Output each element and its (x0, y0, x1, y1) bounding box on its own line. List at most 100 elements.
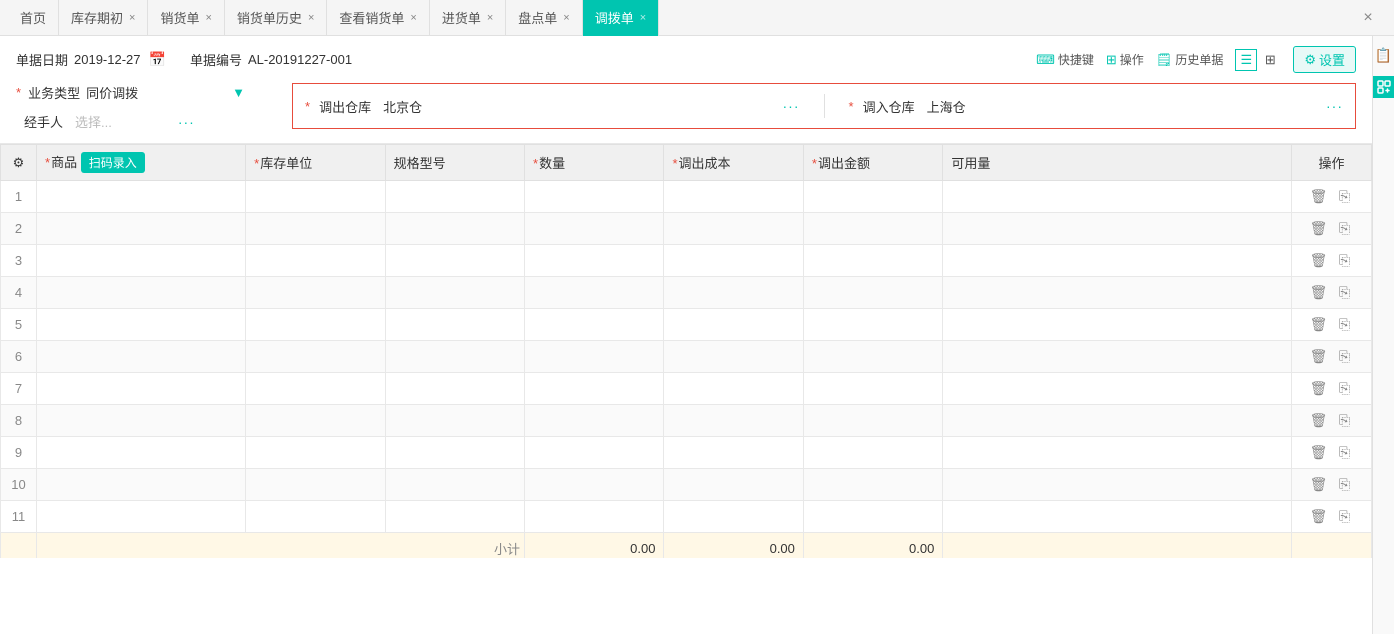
handler-input[interactable]: 选择... (69, 112, 112, 131)
row-amount[interactable] (803, 181, 942, 213)
row-product[interactable] (37, 213, 246, 245)
tab-home[interactable]: 首页 (8, 0, 59, 36)
row-cost[interactable] (664, 245, 803, 277)
tab-purchase[interactable]: 进货单 × (430, 0, 506, 36)
row-cost[interactable] (664, 469, 803, 501)
delete-icon[interactable]: 🗑 (1309, 475, 1329, 495)
row-unit[interactable] (246, 437, 385, 469)
row-unit[interactable] (246, 277, 385, 309)
th-gear[interactable]: ⚙ (1, 145, 37, 181)
row-cost[interactable] (664, 437, 803, 469)
row-available[interactable] (943, 245, 1292, 277)
row-available[interactable] (943, 181, 1292, 213)
copy-icon[interactable]: ⎘ (1335, 507, 1355, 527)
row-unit[interactable] (246, 245, 385, 277)
row-spec[interactable] (385, 213, 524, 245)
row-available[interactable] (943, 309, 1292, 341)
copy-icon[interactable]: ⎘ (1335, 219, 1355, 239)
row-product[interactable] (37, 245, 246, 277)
row-unit[interactable] (246, 181, 385, 213)
row-cost[interactable] (664, 501, 803, 533)
delete-icon[interactable]: 🗑 (1309, 251, 1329, 271)
copy-icon[interactable]: ⎘ (1335, 443, 1355, 463)
row-amount[interactable] (803, 309, 942, 341)
row-qty[interactable] (525, 501, 664, 533)
sidebar-expand-icon[interactable] (1373, 76, 1394, 98)
row-product[interactable] (37, 437, 246, 469)
row-product[interactable] (37, 341, 246, 373)
shortcut-btn[interactable]: ⌨ 快捷键 (1036, 51, 1094, 68)
row-unit[interactable] (246, 501, 385, 533)
copy-icon[interactable]: ⎘ (1335, 283, 1355, 303)
row-qty[interactable] (525, 181, 664, 213)
row-spec[interactable] (385, 437, 524, 469)
row-cost[interactable] (664, 373, 803, 405)
tab-sales-order-close[interactable]: × (205, 12, 211, 24)
row-cost[interactable] (664, 181, 803, 213)
copy-icon[interactable]: ⎘ (1335, 411, 1355, 431)
copy-icon[interactable]: ⎘ (1335, 251, 1355, 271)
row-spec[interactable] (385, 341, 524, 373)
row-product[interactable] (37, 277, 246, 309)
row-cost[interactable] (664, 213, 803, 245)
row-product[interactable] (37, 373, 246, 405)
handler-more-btn[interactable]: ··· (178, 114, 195, 130)
tab-inventory-init[interactable]: 库存期初 × (59, 0, 148, 36)
row-product[interactable] (37, 405, 246, 437)
copy-icon[interactable]: ⎘ (1335, 187, 1355, 207)
row-product[interactable] (37, 309, 246, 341)
row-amount[interactable] (803, 341, 942, 373)
row-spec[interactable] (385, 277, 524, 309)
row-qty[interactable] (525, 373, 664, 405)
row-amount[interactable] (803, 501, 942, 533)
row-product[interactable] (37, 501, 246, 533)
grid-view-icon[interactable]: ⊞ (1259, 49, 1281, 71)
row-cost[interactable] (664, 341, 803, 373)
row-amount[interactable] (803, 437, 942, 469)
settings-button[interactable]: ⚙ 设置 (1293, 46, 1356, 73)
row-amount[interactable] (803, 469, 942, 501)
row-cost[interactable] (664, 405, 803, 437)
calendar-icon[interactable]: 📅 (149, 51, 166, 68)
delete-icon[interactable]: 🗑 (1309, 443, 1329, 463)
row-qty[interactable] (525, 309, 664, 341)
row-unit[interactable] (246, 373, 385, 405)
tab-transfer-close[interactable]: × (640, 12, 646, 24)
delete-icon[interactable]: 🗑 (1309, 379, 1329, 399)
copy-icon[interactable]: ⎘ (1335, 379, 1355, 399)
delete-icon[interactable]: 🗑 (1309, 507, 1329, 527)
row-available[interactable] (943, 501, 1292, 533)
tab-stocktake-close[interactable]: × (563, 12, 569, 24)
tab-sales-history-close[interactable]: × (308, 12, 314, 24)
delete-icon[interactable]: 🗑 (1309, 411, 1329, 431)
tab-stocktake[interactable]: 盘点单 × (506, 0, 582, 36)
row-amount[interactable] (803, 405, 942, 437)
row-unit[interactable] (246, 405, 385, 437)
tab-sales-order[interactable]: 销货单 × (148, 0, 224, 36)
row-available[interactable] (943, 341, 1292, 373)
row-unit[interactable] (246, 469, 385, 501)
delete-icon[interactable]: 🗑 (1309, 187, 1329, 207)
sidebar-note-icon[interactable]: 📋 (1373, 44, 1394, 66)
copy-icon[interactable]: ⎘ (1335, 475, 1355, 495)
row-cost[interactable] (664, 277, 803, 309)
tab-inventory-init-close[interactable]: × (129, 12, 135, 24)
row-amount[interactable] (803, 213, 942, 245)
row-available[interactable] (943, 213, 1292, 245)
delete-icon[interactable]: 🗑 (1309, 315, 1329, 335)
row-unit[interactable] (246, 341, 385, 373)
row-qty[interactable] (525, 405, 664, 437)
row-spec[interactable] (385, 501, 524, 533)
tab-view-sales-close[interactable]: × (410, 12, 416, 24)
scan-button[interactable]: 扫码录入 (81, 152, 145, 173)
row-spec[interactable] (385, 309, 524, 341)
row-amount[interactable] (803, 245, 942, 277)
delete-icon[interactable]: 🗑 (1309, 283, 1329, 303)
row-spec[interactable] (385, 245, 524, 277)
row-available[interactable] (943, 277, 1292, 309)
row-unit[interactable] (246, 309, 385, 341)
row-product[interactable] (37, 181, 246, 213)
tab-purchase-close[interactable]: × (487, 12, 493, 24)
list-view-icon[interactable]: ☰ (1235, 49, 1257, 71)
row-spec[interactable] (385, 469, 524, 501)
